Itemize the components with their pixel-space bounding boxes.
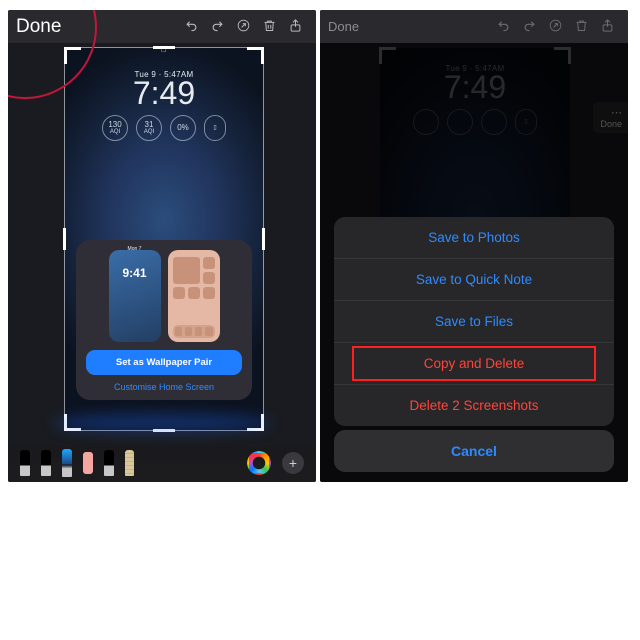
customise-home-screen-link[interactable]: Customise Home Screen [86, 375, 242, 392]
delete-screenshots-action[interactable]: Delete 2 Screenshots [334, 384, 614, 426]
markup-toolbar: + [8, 444, 316, 482]
crop-handle[interactable] [262, 228, 265, 250]
preview-lockscreen: Mon 7 9:41 [109, 250, 161, 342]
action-sheet: Save to Photos Save to Quick Note Save t… [334, 217, 614, 426]
markup-top-bar: Done [320, 10, 628, 43]
crop-handle[interactable] [63, 228, 66, 250]
done-button[interactable]: Done [16, 16, 61, 38]
crop-handle[interactable] [64, 47, 81, 64]
save-to-quick-note-action[interactable]: Save to Quick Note [334, 258, 614, 300]
pencil-tool[interactable] [62, 449, 72, 477]
preview-homescreen [168, 250, 220, 342]
crop-handle[interactable] [247, 47, 264, 64]
redo-icon[interactable] [204, 18, 230, 36]
wallpaper-sheet: Mon 7 9:41 Set as Wallpaper Pair Customi… [76, 240, 252, 400]
lockscreen-time: 7:49 [65, 77, 263, 109]
undo-icon [490, 18, 516, 36]
crop-handle[interactable] [153, 46, 175, 49]
redo-icon [516, 18, 542, 36]
ruler-tool[interactable] [125, 450, 134, 476]
right-screenshot: Done Tue 9 · 5:47AM 7:49 ▯ ⋯ Done [320, 10, 628, 482]
share-icon[interactable] [282, 18, 308, 36]
markup-top-bar: Done [8, 10, 316, 43]
done-button[interactable]: Done [328, 19, 359, 34]
screenshot-canvas: 􀎠 Tue 9 · 5:47AM 7:49 130AQI 31AQI 0% ▯ … [8, 45, 316, 437]
lasso-tool[interactable] [104, 450, 114, 476]
pen-tool[interactable] [20, 450, 30, 476]
save-to-files-action[interactable]: Save to Files [334, 300, 614, 342]
trash-icon[interactable] [256, 18, 282, 36]
lockscreen-widgets: 130AQI 31AQI 0% ▯ [65, 115, 263, 141]
battery-icon: ▯ [204, 115, 226, 141]
color-picker-icon[interactable] [247, 451, 271, 475]
markup-pen-icon [542, 18, 568, 36]
trash-icon [568, 18, 594, 36]
marker-tool[interactable] [41, 450, 51, 476]
copy-and-delete-action[interactable]: Copy and Delete [334, 342, 614, 384]
markup-pen-icon[interactable] [230, 18, 256, 36]
cancel-button[interactable]: Cancel [334, 430, 614, 472]
undo-icon[interactable] [178, 18, 204, 36]
save-to-photos-action[interactable]: Save to Photos [334, 217, 614, 258]
crop-frame[interactable]: 􀎠 Tue 9 · 5:47AM 7:49 130AQI 31AQI 0% ▯ … [64, 47, 264, 431]
eraser-tool[interactable] [83, 452, 93, 474]
add-shape-button[interactable]: + [282, 452, 304, 474]
share-icon [594, 18, 620, 36]
set-wallpaper-pair-button[interactable]: Set as Wallpaper Pair [86, 350, 242, 375]
left-screenshot: Done [8, 10, 316, 482]
